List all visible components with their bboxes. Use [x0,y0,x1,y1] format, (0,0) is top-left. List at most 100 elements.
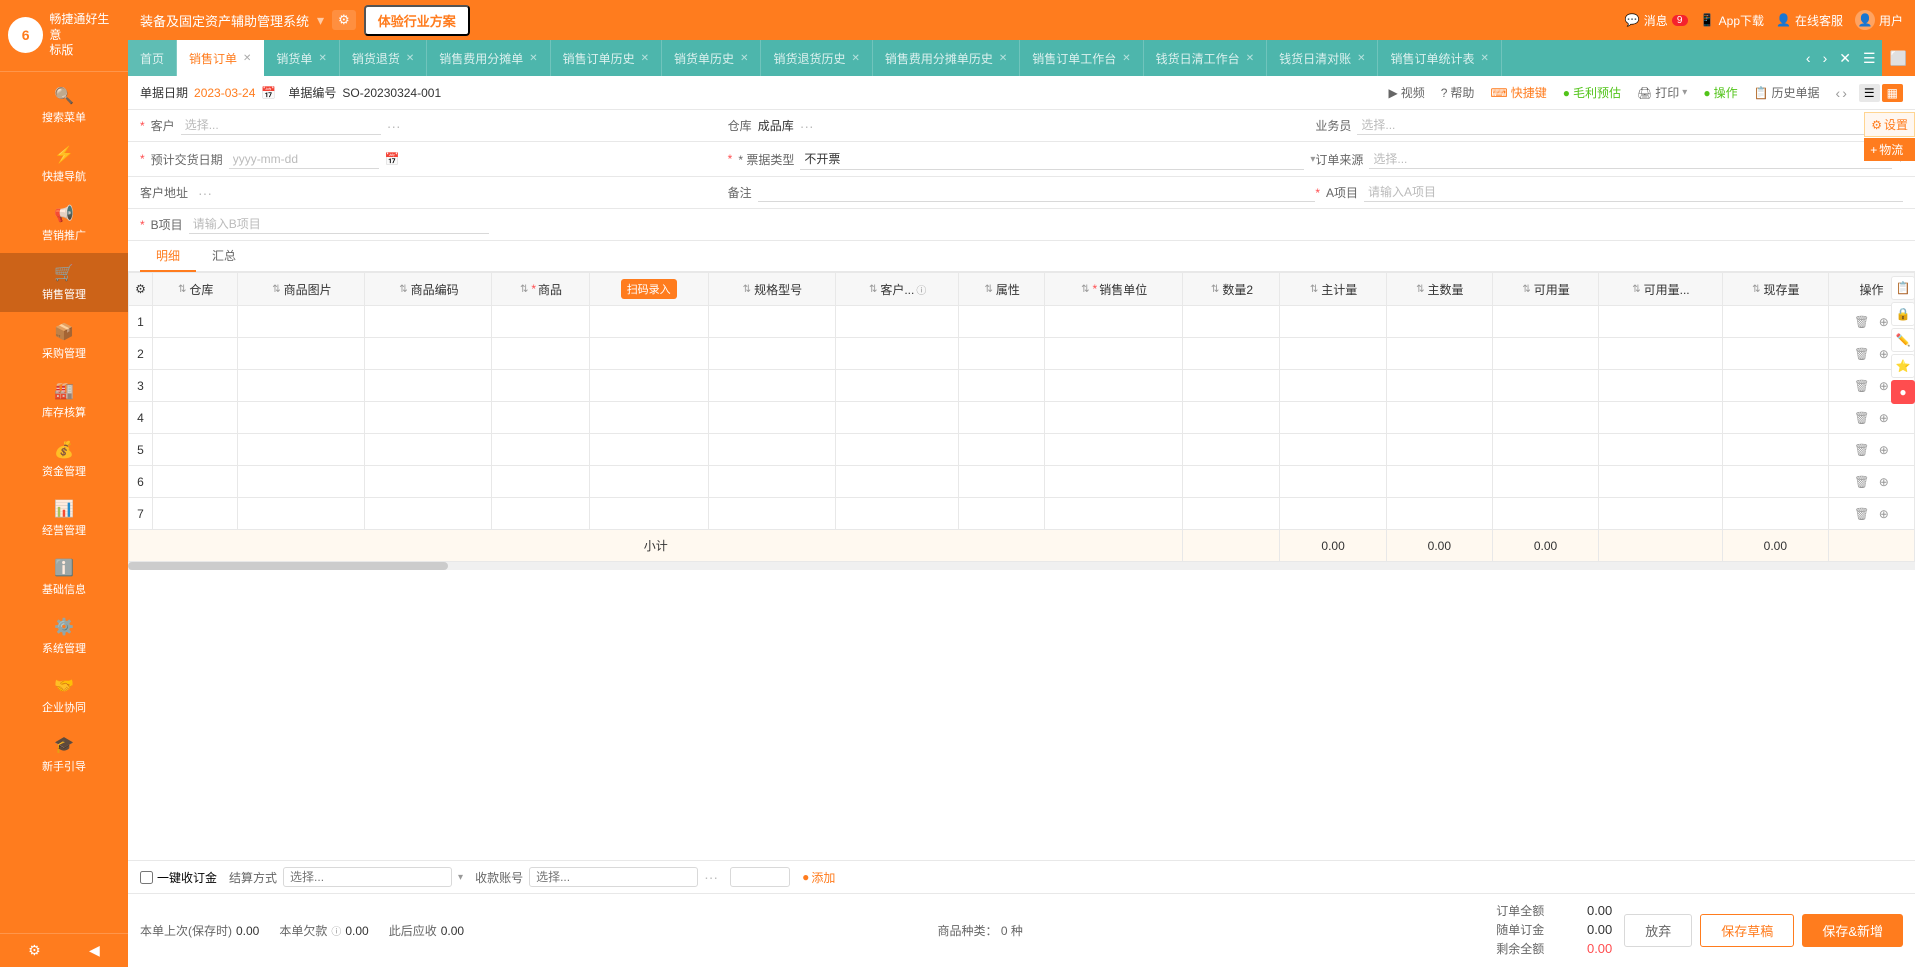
sidebar-item-enterprise[interactable]: 🤝 企业协同 [0,666,128,725]
view-btn[interactable]: ▶ 视频 [1384,82,1428,103]
cell-available2-5[interactable] [1599,434,1723,466]
tab-close-daily-workbench[interactable]: ✕ [1246,53,1254,64]
copy-row-6-icon[interactable]: ⊕ [1879,475,1889,489]
delete-row-7-icon[interactable]: 🗑 [1854,507,1869,521]
delete-row-6-icon[interactable]: 🗑 [1854,475,1869,489]
print-btn[interactable]: 🖨 打印 ▾ [1633,82,1691,103]
sort-icon[interactable]: ⇅ [520,284,528,295]
cell-available-3[interactable] [1492,370,1598,402]
tab-sales-goods[interactable]: 销货单 ✕ [264,40,339,76]
tab-close-fee-history[interactable]: ✕ [999,53,1007,64]
cell-unit-5[interactable] [1044,434,1183,466]
cell-unit-2[interactable] [1044,338,1183,370]
abandon-btn[interactable]: 放弃 [1624,914,1692,947]
copy-row-4-icon[interactable]: ⊕ [1879,411,1889,425]
tab-close-order-history[interactable]: ✕ [641,53,649,64]
help-btn[interactable]: ? 帮助 [1437,82,1479,103]
sort-icon[interactable]: ⇅ [1416,284,1424,295]
cell-main-unit-7[interactable] [1280,498,1386,530]
tab-close-goods-history[interactable]: ✕ [740,53,748,64]
right-action-4[interactable]: ⭐ [1891,354,1915,378]
delete-row-5-icon[interactable]: 🗑 [1854,443,1869,457]
sort-icon[interactable]: ⇅ [1310,284,1318,295]
cell-spec-6[interactable] [708,466,835,498]
cell-attr-3[interactable] [959,370,1044,402]
one-click-checkbox[interactable] [140,871,153,884]
history-btn[interactable]: 📋 历史单据 [1750,82,1824,103]
cell-image-1[interactable] [238,306,365,338]
tab-fullscreen-btn[interactable]: ⬜ [1882,40,1915,76]
cell-attr-6[interactable] [959,466,1044,498]
cell-unit-3[interactable] [1044,370,1183,402]
cell-image-4[interactable] [238,402,365,434]
cell-attr-1[interactable] [959,306,1044,338]
cell-qty2-4[interactable] [1183,402,1280,434]
tab-sales-return[interactable]: 销货退货 ✕ [340,40,427,76]
sort-icon[interactable]: ⇅ [1752,284,1760,295]
cell-spec-5[interactable] [708,434,835,466]
cell-available-6[interactable] [1492,466,1598,498]
account-input[interactable] [529,867,698,887]
delivery-calendar-icon[interactable]: 📅 [385,152,400,166]
delete-row-3-icon[interactable]: 🗑 [1854,379,1869,393]
sidebar-item-finance[interactable]: 💰 资金管理 [0,430,128,489]
settlement-dropdown-icon[interactable]: ▾ [458,872,463,883]
tab-next-btn[interactable]: › [1817,40,1834,76]
cell-main-qty-5[interactable] [1386,434,1492,466]
cell-code-2[interactable] [365,338,492,370]
sort-icon[interactable]: ⇅ [869,284,877,295]
cell-qty2-1[interactable] [1183,306,1280,338]
tab-close-order-workbench[interactable]: ✕ [1122,53,1130,64]
cell-warehouse-4[interactable] [153,402,238,434]
horizontal-scrollbar[interactable] [128,562,1915,570]
tab-menu-btn[interactable]: ☰ [1857,40,1882,76]
cell-available2-4[interactable] [1599,402,1723,434]
user-btn[interactable]: 👤 用户 [1855,10,1903,30]
sidebar-item-inventory[interactable]: 🏭 库存核算 [0,371,128,430]
cell-available-5[interactable] [1492,434,1598,466]
right-action-2[interactable]: 🔒 [1891,302,1915,326]
cell-unit-7[interactable] [1044,498,1183,530]
account-dots-icon[interactable]: ··· [704,869,718,885]
cell-qty2-3[interactable] [1183,370,1280,402]
tab-goods-history[interactable]: 销货单历史 ✕ [662,40,761,76]
cell-product-5[interactable] [492,434,589,466]
address-dots-icon[interactable]: ··· [198,185,212,201]
b-project-input[interactable] [189,215,489,234]
cell-spec-4[interactable] [708,402,835,434]
copy-row-3-icon[interactable]: ⊕ [1879,379,1889,393]
list-view-btn[interactable]: ☰ [1859,84,1880,102]
cell-customer-code-3[interactable] [835,370,959,402]
copy-row-7-icon[interactable]: ⊕ [1879,507,1889,521]
form-view-btn[interactable]: ▦ [1882,84,1903,102]
column-settings-icon[interactable]: ⚙ [135,282,146,296]
cell-main-unit-2[interactable] [1280,338,1386,370]
cell-unit-6[interactable] [1044,466,1183,498]
order-source-input[interactable] [1369,150,1892,169]
cell-warehouse-3[interactable] [153,370,238,402]
next-record-btn[interactable]: › [1842,85,1847,101]
cell-spec-3[interactable] [708,370,835,402]
th-settings[interactable]: ⚙ [129,273,153,306]
shortcut-btn[interactable]: ⌨ 快捷键 [1486,82,1550,103]
cell-code-6[interactable] [365,466,492,498]
sidebar-item-purchase[interactable]: 📦 采购管理 [0,312,128,371]
cell-qty2-7[interactable] [1183,498,1280,530]
cell-main-qty-7[interactable] [1386,498,1492,530]
sort-icon[interactable]: ⇅ [1081,284,1089,295]
cell-warehouse-5[interactable] [153,434,238,466]
cell-code-3[interactable] [365,370,492,402]
cell-spec-7[interactable] [708,498,835,530]
cell-product-7[interactable] [492,498,589,530]
sort-icon[interactable]: ⇅ [743,284,751,295]
notification-btn[interactable]: 💬 消息 9 [1625,12,1688,29]
online-service-btn[interactable]: 👤 在线客服 [1776,12,1843,29]
cell-stock-6[interactable] [1722,466,1828,498]
tab-close-sales-goods[interactable]: ✕ [318,53,326,64]
cell-stock-2[interactable] [1722,338,1828,370]
sort-icon[interactable]: ⇅ [984,284,992,295]
sidebar-item-search[interactable]: 🔍 搜索菜单 [0,76,128,135]
date-calendar-icon[interactable]: 📅 [261,86,276,100]
tab-return-history[interactable]: 销货退货历史 ✕ [761,40,872,76]
scrollbar-thumb[interactable] [128,562,448,570]
